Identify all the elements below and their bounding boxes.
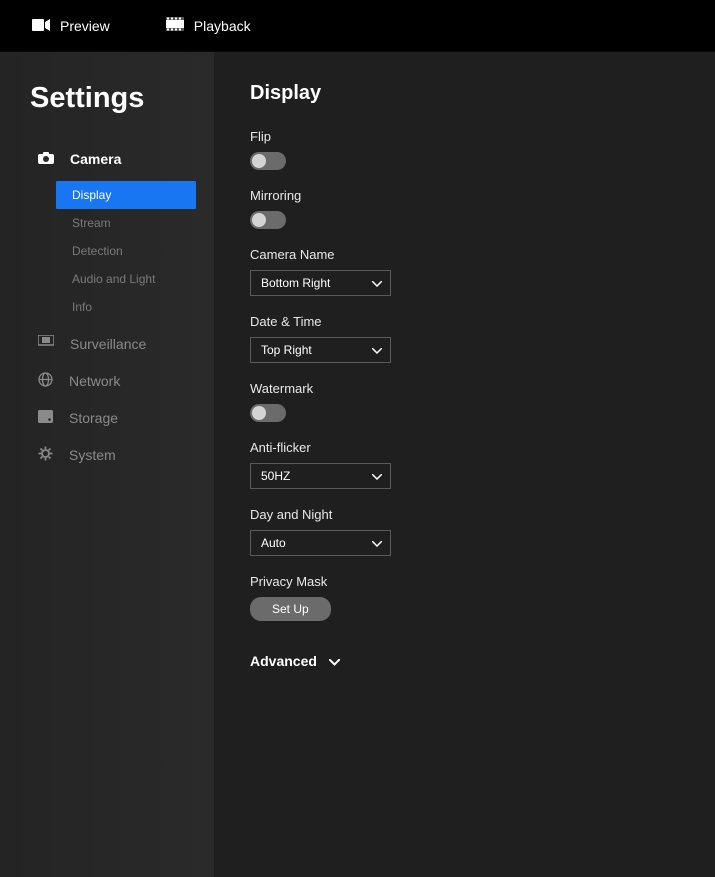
sidebar-item-label: System <box>69 447 116 463</box>
sidebar-sub-audio-light[interactable]: Audio and Light <box>0 265 214 293</box>
chevron-down-icon <box>329 653 340 669</box>
storage-icon <box>38 410 53 426</box>
sidebar-sub-info[interactable]: Info <box>0 293 214 321</box>
sidebar-sub-stream[interactable]: Stream <box>0 209 214 237</box>
advanced-label: Advanced <box>250 653 317 669</box>
flip-toggle[interactable] <box>250 152 286 170</box>
select-value: Bottom Right <box>261 276 330 290</box>
watermark-toggle[interactable] <box>250 404 286 422</box>
camera-icon <box>38 151 54 167</box>
anti-flicker-label: Anti-flicker <box>250 440 679 455</box>
sidebar-item-storage[interactable]: Storage <box>0 400 214 436</box>
sidebar-item-network[interactable]: Network <box>0 362 214 400</box>
sidebar-sub-display[interactable]: Display <box>56 181 196 209</box>
sidebar: Settings Camera Display Stream Detection… <box>0 52 214 877</box>
camera-name-select[interactable]: Bottom Right <box>250 270 391 296</box>
mirroring-label: Mirroring <box>250 188 679 203</box>
top-nav: Preview Playback <box>0 0 715 52</box>
sidebar-item-system[interactable]: System <box>0 436 214 474</box>
select-value: 50HZ <box>261 469 290 483</box>
monitor-icon <box>38 335 54 352</box>
privacy-mask-label: Privacy Mask <box>250 574 679 589</box>
watermark-label: Watermark <box>250 381 679 396</box>
day-night-select[interactable]: Auto <box>250 530 391 556</box>
sidebar-item-label: Surveillance <box>70 336 146 352</box>
camera-name-label: Camera Name <box>250 247 679 262</box>
nav-preview-label: Preview <box>60 18 110 34</box>
advanced-toggle[interactable]: Advanced <box>250 653 679 669</box>
page-title: Display <box>250 82 679 105</box>
date-time-select[interactable]: Top Right <box>250 337 391 363</box>
chevron-down-icon <box>372 343 382 357</box>
film-icon <box>166 17 184 34</box>
chevron-down-icon <box>372 469 382 483</box>
sidebar-sub-detection[interactable]: Detection <box>0 237 214 265</box>
content: Display Flip Mirroring Camera Name Botto… <box>214 52 715 877</box>
select-value: Auto <box>261 536 286 550</box>
sidebar-item-label: Storage <box>69 410 118 426</box>
nav-playback[interactable]: Playback <box>166 17 251 34</box>
chevron-down-icon <box>372 276 382 290</box>
anti-flicker-select[interactable]: 50HZ <box>250 463 391 489</box>
flip-label: Flip <box>250 129 679 144</box>
privacy-mask-setup-button[interactable]: Set Up <box>250 597 331 621</box>
sidebar-item-label: Camera <box>70 151 121 167</box>
sidebar-item-label: Network <box>69 373 120 389</box>
sidebar-item-surveillance[interactable]: Surveillance <box>0 325 214 362</box>
sidebar-item-camera[interactable]: Camera <box>0 141 214 177</box>
chevron-down-icon <box>372 536 382 550</box>
select-value: Top Right <box>261 343 312 357</box>
mirroring-toggle[interactable] <box>250 211 286 229</box>
nav-playback-label: Playback <box>194 18 251 34</box>
day-night-label: Day and Night <box>250 507 679 522</box>
camera-solid-icon <box>32 18 50 34</box>
settings-title: Settings <box>0 82 214 141</box>
globe-icon <box>38 372 53 390</box>
date-time-label: Date & Time <box>250 314 679 329</box>
nav-preview[interactable]: Preview <box>32 18 110 34</box>
gear-icon <box>38 446 53 464</box>
